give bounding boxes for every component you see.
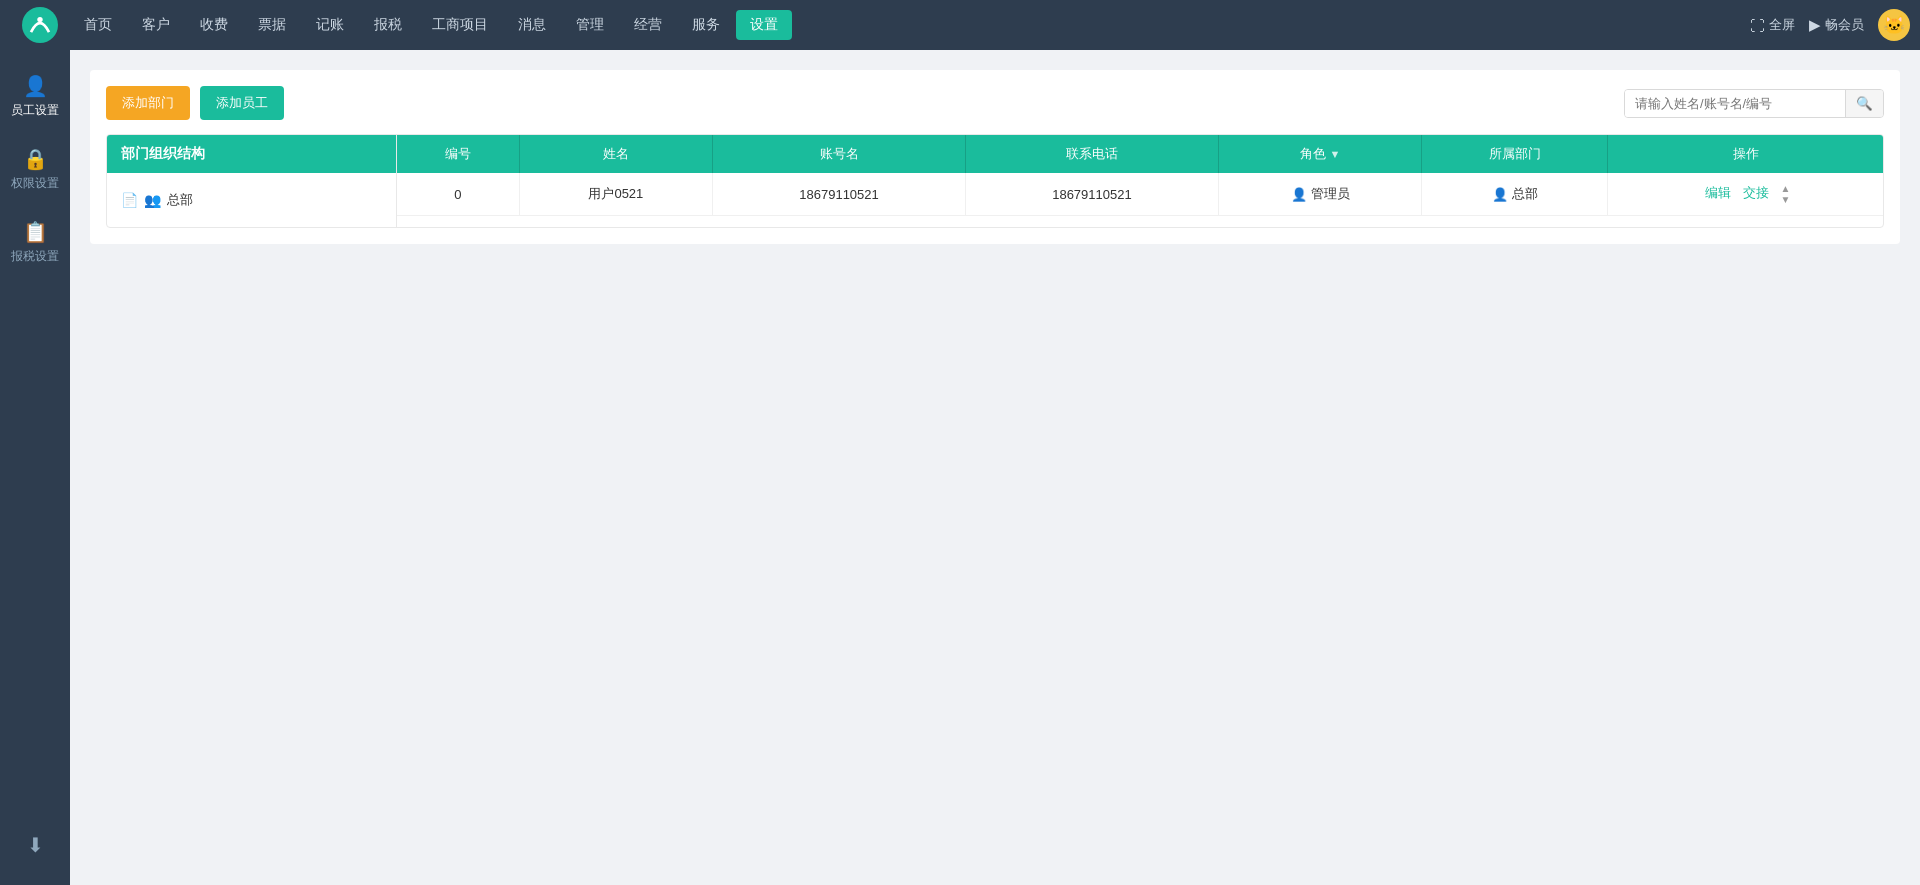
dept-tree: 📄 👥 总部 [107,173,396,227]
dept-tree-label: 总部 [167,191,193,209]
sidebar-item-tax-settings[interactable]: 📋 报税设置 [0,206,70,279]
nav-item-message[interactable]: 消息 [504,10,560,40]
table-panel: 编号 姓名 账号名 联系电话 角色 ▼ 所属部门 操作 [397,135,1883,227]
download-icon: ⬇ [27,833,44,857]
col-header-action: 操作 [1608,135,1883,173]
role-user-icon: 👤 [1291,187,1307,202]
permission-icon: 🔒 [23,147,48,171]
nav-item-tax[interactable]: 报税 [360,10,416,40]
sidebar-tax-label: 报税设置 [11,248,59,265]
nav-item-business[interactable]: 工商项目 [418,10,502,40]
col-header-id: 编号 [397,135,519,173]
fullscreen-label: 全屏 [1769,16,1795,34]
cell-actions: 编辑 交接 ▲ ▼ [1608,173,1883,216]
nav-item-settings[interactable]: 设置 [736,10,792,40]
scroll-up-arrow[interactable]: ▲ [1780,183,1790,194]
sidebar-permission-label: 权限设置 [11,175,59,192]
scroll-down-arrow[interactable]: ▼ [1780,194,1790,205]
nav-item-customer[interactable]: 客户 [128,10,184,40]
search-icon: 🔍 [1856,96,1873,111]
edit-link[interactable]: 编辑 [1705,185,1731,200]
sidebar-employee-label: 员工设置 [11,102,59,119]
toolbar: 添加部门 添加员工 🔍 [106,86,1884,120]
cell-role: 👤 管理员 [1218,173,1421,216]
fullscreen-icon: ⛶ [1750,17,1765,34]
cell-dept: 👤 总部 [1422,173,1608,216]
nav-items: 首页 客户 收费 票据 记账 报税 工商项目 消息 管理 经营 服务 设置 [70,10,1750,40]
cell-name: 用户0521 [519,173,712,216]
col-header-name: 姓名 [519,135,712,173]
sidebar-item-employee[interactable]: 👤 员工设置 [0,60,70,133]
sidebar-item-download[interactable]: ⬇ [27,819,44,871]
search-box: 🔍 [1624,89,1884,118]
user-group-icon: 👥 [144,192,161,208]
member-icon: ▶ [1809,16,1821,34]
tax-settings-icon: 📋 [23,220,48,244]
svg-point-1 [37,17,42,22]
cell-account: 18679110521 [713,173,966,216]
logo [10,7,70,43]
member-button[interactable]: ▶ 畅会员 [1809,16,1864,34]
dept-panel-header: 部门组织结构 [107,135,396,173]
dept-user-icon: 👤 [1492,187,1508,202]
sidebar: 👤 员工设置 🔒 权限设置 📋 报税设置 ⬇ [0,50,70,885]
nav-right: ⛶ 全屏 ▶ 畅会员 🐱 [1750,9,1910,41]
content-card: 添加部门 添加员工 🔍 部门组织结构 📄 👥 总部 [90,70,1900,244]
main-content: 添加部门 添加员工 🔍 部门组织结构 📄 👥 总部 [70,50,1920,885]
nav-item-fee[interactable]: 收费 [186,10,242,40]
avatar[interactable]: 🐱 [1878,9,1910,41]
dept-panel: 部门组织结构 📄 👥 总部 [107,135,397,227]
role-badge: 👤 管理员 [1291,185,1350,203]
nav-item-home[interactable]: 首页 [70,10,126,40]
add-dept-button[interactable]: 添加部门 [106,86,190,120]
fullscreen-button[interactable]: ⛶ 全屏 [1750,16,1795,34]
nav-item-manage[interactable]: 管理 [562,10,618,40]
cell-phone: 18679110521 [965,173,1218,216]
nav-item-operation[interactable]: 经营 [620,10,676,40]
transfer-link[interactable]: 交接 [1743,185,1769,200]
nav-item-accounting[interactable]: 记账 [302,10,358,40]
member-label: 畅会员 [1825,16,1864,34]
file-icon: 📄 [121,192,138,208]
table-row: 0 用户0521 18679110521 18679110521 👤 管理员 [397,173,1883,216]
sidebar-item-permission[interactable]: 🔒 权限设置 [0,133,70,206]
col-header-phone: 联系电话 [965,135,1218,173]
col-header-dept: 所属部门 [1422,135,1608,173]
data-table: 编号 姓名 账号名 联系电话 角色 ▼ 所属部门 操作 [397,135,1883,216]
nav-item-service[interactable]: 服务 [678,10,734,40]
employee-icon: 👤 [23,74,48,98]
nav-item-bill[interactable]: 票据 [244,10,300,40]
cell-id: 0 [397,173,519,216]
split-layout: 部门组织结构 📄 👥 总部 编号 姓名 账号名 [106,134,1884,228]
role-filter[interactable]: 角色 ▼ [1300,145,1341,163]
add-employee-button[interactable]: 添加员工 [200,86,284,120]
col-header-account: 账号名 [713,135,966,173]
search-input[interactable] [1625,90,1845,117]
svg-point-0 [22,7,58,43]
top-nav: 首页 客户 收费 票据 记账 报税 工商项目 消息 管理 经营 服务 设置 ⛶ … [0,0,1920,50]
sidebar-bottom: ⬇ [27,819,44,885]
filter-icon: ▼ [1330,148,1341,160]
table-header-row: 编号 姓名 账号名 联系电话 角色 ▼ 所属部门 操作 [397,135,1883,173]
scroll-arrows: ▲ ▼ [1780,183,1790,205]
dept-badge: 👤 总部 [1492,185,1538,203]
dept-tree-item[interactable]: 📄 👥 总部 [107,183,396,217]
col-header-role: 角色 ▼ [1218,135,1421,173]
search-button[interactable]: 🔍 [1845,90,1883,117]
